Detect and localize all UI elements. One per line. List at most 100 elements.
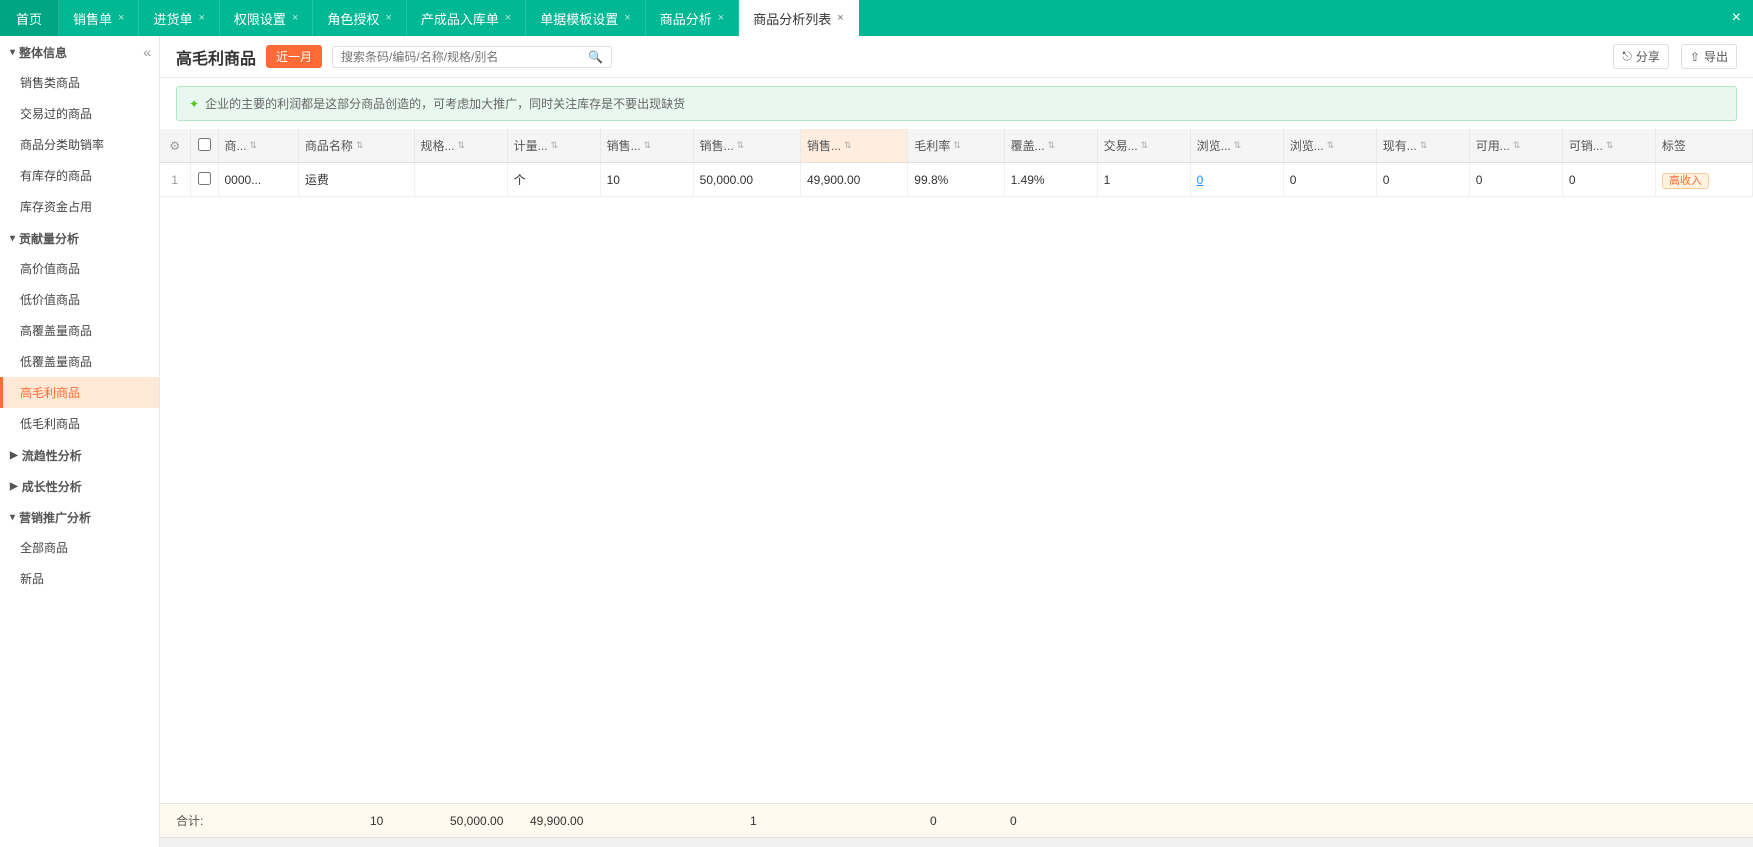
sidebar-item-category-rate[interactable]: 商品分类助销率 [0,129,159,160]
col-header-sales-amount[interactable]: 销售... ⇅ [693,129,800,163]
sidebar-group-overall[interactable]: ▾ 整体信息 [0,36,159,67]
sort-icon: ⇅ [844,140,852,151]
sort-icon: ⇅ [953,140,961,151]
nav-item-analysis-list[interactable]: 商品分析列表 × [739,0,858,36]
col-label-text: 商... [225,137,247,154]
share-button[interactable]: ⎋ 分享 [1613,44,1669,69]
cell-sales-amount: 50,000.00 [693,163,800,197]
nav-item-purchase[interactable]: 进货单 × [139,0,219,36]
sidebar-item-all-goods[interactable]: 全部商品 [0,532,159,563]
col-header-gross-margin[interactable]: 毛利率 ⇅ [908,129,1004,163]
sidebar-item-new-goods[interactable]: 新品 [0,563,159,594]
search-box: 🔍 [332,46,612,68]
col-header-available2[interactable]: 可用... ⇅ [1469,129,1562,163]
expand-arrow-icon: ▾ [10,47,15,58]
nav-home[interactable]: 首页 [0,0,59,36]
close-icon[interactable]: × [198,12,204,24]
col-header-coverage[interactable]: 覆盖... ⇅ [1004,129,1097,163]
search-input[interactable] [341,50,588,64]
col-header-unit[interactable]: 计量... ⇅ [507,129,600,163]
page-title: 高毛利商品 [176,45,256,69]
nav-item-analysis[interactable]: 商品分析 × [646,0,739,36]
sidebar-group-contribution[interactable]: ▾ 贡献量分析 [0,222,159,253]
sidebar-item-in-stock[interactable]: 有库存的商品 [0,160,159,191]
cell-checkbox[interactable] [190,163,218,197]
window-close-button[interactable]: × [1720,9,1753,27]
col-header-tag[interactable]: 标签 [1655,129,1752,163]
close-icon[interactable]: × [624,12,630,24]
col-header-available1[interactable]: 现有... ⇅ [1376,129,1469,163]
sidebar-group-flow[interactable]: ▶ 流趋性分析 [0,439,159,470]
sidebar-group-growth[interactable]: ▶ 成长性分析 [0,470,159,501]
col-header-spec[interactable]: 规格... ⇅ [414,129,507,163]
sort-icon: ⇅ [1327,140,1335,151]
sidebar-item-low-value[interactable]: 低价值商品 [0,284,159,315]
nav-item-products[interactable]: 产成品入库单 × [407,0,526,36]
tag-badge: 高收入 [1662,173,1709,189]
row-checkbox[interactable] [198,172,211,185]
nav-label: 产成品入库单 [421,9,499,28]
nav-item-permissions[interactable]: 权限设置 × [220,0,313,36]
footer-label: 合计: [160,812,360,829]
table-header-row: ⚙ 商... ⇅ 商品名称 [160,129,1753,163]
col-label-text: 现有... [1383,137,1417,154]
sort-icon: ⇅ [1048,140,1056,151]
nav-label: 单据模板设置 [540,9,618,28]
col-header-checkbox [190,129,218,163]
export-icon: ⇧ [1690,50,1700,64]
col-header-sales-cost[interactable]: 销售... ⇅ [800,129,907,163]
settings-icon[interactable]: ⚙ [169,139,180,153]
nav-label: 销售单 [73,9,112,28]
sort-icon: ⇅ [1141,140,1149,151]
col-label-text: 销售... [700,137,734,154]
col-header-sales-qty[interactable]: 销售... ⇅ [600,129,693,163]
data-table-wrapper: ⚙ 商... ⇅ 商品名称 [160,129,1753,803]
close-icon[interactable]: × [837,12,843,24]
footer-val-transaction: 1 [740,814,820,828]
sidebar-collapse-button[interactable]: « [143,44,151,60]
close-icon[interactable]: × [385,12,391,24]
sidebar-item-high-coverage[interactable]: 高覆盖量商品 [0,315,159,346]
sort-icon: ⇅ [1606,140,1614,151]
sidebar-item-sales-goods[interactable]: 销售类商品 [0,67,159,98]
sidebar-item-low-margin[interactable]: 低毛利商品 [0,408,159,439]
export-button[interactable]: ⇧ 导出 [1681,44,1737,69]
sidebar-item-high-margin[interactable]: 高毛利商品 [0,377,159,408]
col-label-text: 销售... [807,137,841,154]
col-header-browse1[interactable]: 浏览... ⇅ [1190,129,1283,163]
search-icon[interactable]: 🔍 [588,50,603,64]
expand-arrow-icon: ▶ [10,450,18,461]
col-header-name[interactable]: 商品名称 ⇅ [298,129,414,163]
group-label: 整体信息 [19,44,67,61]
close-icon[interactable]: × [505,12,511,24]
col-label-text: 商品名称 [305,137,353,154]
nav-item-template[interactable]: 单据模板设置 × [526,0,645,36]
horizontal-scrollbar[interactable] [160,837,1753,847]
close-icon[interactable]: × [718,12,724,24]
col-header-code[interactable]: 商... ⇅ [218,129,298,163]
cell-spec [414,163,507,197]
sidebar-group-marketing[interactable]: ▾ 营销推广分析 [0,501,159,532]
cell-sales-qty: 10 [600,163,693,197]
table-body: 1 0000... 运费 个 10 50,000.00 49,900.00 99… [160,163,1753,197]
sidebar-item-traded-goods[interactable]: 交易过的商品 [0,98,159,129]
col-header-transaction[interactable]: 交易... ⇅ [1097,129,1190,163]
sort-icon: ⇅ [458,140,466,151]
sidebar-item-stock-capital[interactable]: 库存资金占用 [0,191,159,222]
cell-available2: 0 [1469,163,1562,197]
filter-recent-month-button[interactable]: 近一月 [266,45,322,68]
col-header-browse2[interactable]: 浏览... ⇅ [1283,129,1376,163]
close-icon[interactable]: × [118,12,124,24]
sidebar-item-high-value[interactable]: 高价值商品 [0,253,159,284]
nav-item-roles[interactable]: 角色授权 × [313,0,406,36]
header-actions: ⎋ 分享 ⇧ 导出 [1613,44,1737,69]
sort-icon: ⇅ [644,140,652,151]
cell-browse1[interactable]: 0 [1190,163,1283,197]
footer-val-available1: 0 [920,814,1000,828]
close-icon[interactable]: × [292,12,298,24]
sidebar-item-low-coverage[interactable]: 低覆盖量商品 [0,346,159,377]
nav-item-sales[interactable]: 销售单 × [59,0,139,36]
col-header-saleable[interactable]: 可销... ⇅ [1562,129,1655,163]
footer-val-sales-qty: 10 [360,814,440,828]
select-all-checkbox[interactable] [198,138,211,151]
